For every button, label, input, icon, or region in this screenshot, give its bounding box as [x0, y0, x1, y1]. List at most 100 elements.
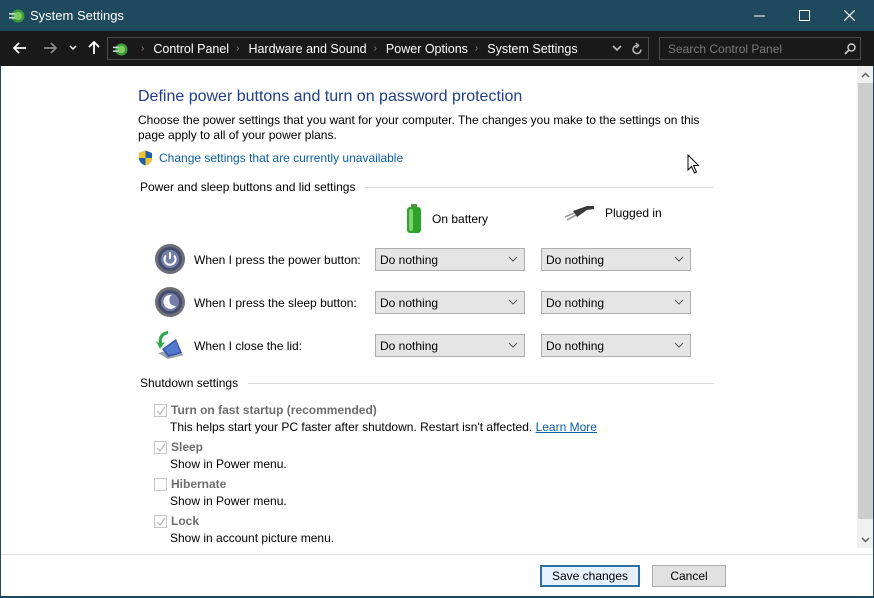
chevron-down-icon [508, 256, 518, 262]
breadcrumb-system-settings[interactable]: System Settings [487, 42, 577, 56]
learn-more-link[interactable]: Learn More [536, 420, 597, 434]
power-section-title: Power and sleep buttons and lid settings [140, 180, 356, 194]
column-on-battery: On battery [406, 204, 488, 234]
hibernate-label: Hibernate [171, 477, 227, 491]
breadcrumb-hardware-and-sound[interactable]: Hardware and Sound [248, 42, 366, 56]
breadcrumb-separator: › [236, 43, 240, 54]
chevron-down-icon [508, 299, 518, 305]
select-value: Do nothing [380, 338, 439, 353]
power-section-header: Power and sleep buttons and lid settings [140, 180, 714, 194]
address-bar-actions [607, 37, 649, 60]
minimize-button[interactable] [736, 0, 782, 31]
power-button-on-battery-select[interactable]: Do nothing [375, 248, 525, 271]
chevron-down-icon [69, 45, 77, 51]
select-value: Do nothing [546, 338, 605, 353]
scroll-thumb[interactable] [858, 83, 873, 519]
uac-shield-icon [139, 150, 152, 166]
section-divider [365, 186, 714, 188]
page-description: Choose the power settings that you want … [138, 113, 700, 142]
fast-startup-label: Turn on fast startup (recommended) [171, 403, 377, 417]
scroll-up-button[interactable] [857, 66, 873, 83]
back-button[interactable] [10, 38, 30, 58]
title-bar: System Settings [0, 0, 874, 31]
sleep-button-label: When I press the sleep button: [194, 296, 357, 310]
power-button-plugged-in-select[interactable]: Do nothing [541, 248, 691, 271]
laptop-lid-icon [156, 331, 184, 359]
close-lid-plugged-in-select[interactable]: Do nothing [541, 334, 691, 357]
select-value: Do nothing [546, 295, 605, 310]
close-button[interactable] [826, 0, 872, 31]
chevron-down-icon [674, 342, 684, 348]
section-divider [248, 382, 714, 384]
arrow-left-icon [13, 42, 26, 54]
lock-checkbox-row[interactable]: Lock [154, 514, 199, 528]
cancel-button[interactable]: Cancel [652, 565, 726, 587]
close-lid-label: When I close the lid: [194, 339, 303, 353]
lock-label: Lock [171, 514, 200, 528]
address-bar: › Control Panel › Hardware and Sound › P… [0, 31, 874, 66]
system-settings-window: System Settings › Control Panel › Hardwa… [0, 0, 874, 598]
maximize-button[interactable] [781, 0, 827, 31]
breadcrumb[interactable]: › Control Panel › Hardware and Sound › P… [107, 37, 607, 60]
checkmark-icon [156, 406, 165, 415]
power-plug-icon [564, 206, 594, 221]
control-panel-icon [112, 42, 128, 56]
column-on-battery-label: On battery [432, 212, 489, 226]
forward-button[interactable] [40, 38, 60, 58]
checkmark-icon [156, 443, 165, 452]
close-icon [843, 10, 855, 21]
search-input[interactable] [668, 41, 840, 56]
close-lid-on-battery-select[interactable]: Do nothing [375, 334, 525, 357]
save-changes-button[interactable]: Save changes [540, 565, 640, 587]
select-value: Do nothing [380, 252, 439, 267]
arrow-up-icon [88, 41, 100, 54]
sleep-label: Sleep [171, 440, 204, 454]
fast-startup-description: This helps start your PC faster after sh… [170, 420, 597, 434]
chevron-down-icon [674, 299, 684, 305]
hibernate-description: Show in Power menu. [170, 494, 287, 508]
lock-description: Show in account picture menu. [170, 531, 335, 545]
scroll-down-button[interactable] [857, 531, 873, 548]
fast-startup-description-text: This helps start your PC faster after sh… [170, 420, 533, 434]
battery-icon [407, 204, 421, 233]
breadcrumb-power-options[interactable]: Power Options [386, 42, 468, 56]
checkmark-icon [156, 517, 165, 526]
sleep-button-icon [155, 287, 185, 317]
chevron-down-icon [674, 256, 684, 262]
column-plugged-in-label: Plugged in [605, 206, 662, 220]
lock-checkbox[interactable] [154, 514, 167, 528]
select-value: Do nothing [546, 252, 605, 267]
footer-bar: Save changes Cancel [1, 554, 873, 596]
breadcrumb-separator: › [141, 43, 145, 54]
breadcrumb-separator: › [373, 43, 377, 54]
sleep-checkbox[interactable] [154, 440, 167, 454]
power-button-icon [155, 244, 185, 274]
vertical-scrollbar[interactable] [857, 66, 873, 548]
minimize-icon [753, 15, 765, 17]
select-value: Do nothing [380, 295, 439, 310]
hibernate-checkbox-row[interactable]: Hibernate [154, 477, 226, 491]
breadcrumb-control-panel[interactable]: Control Panel [153, 42, 229, 56]
shutdown-section-title: Shutdown settings [140, 376, 239, 390]
fast-startup-checkbox-row[interactable]: Turn on fast startup (recommended) [154, 403, 377, 417]
up-button[interactable] [86, 38, 102, 58]
window-title: System Settings [30, 8, 124, 23]
change-settings-link-text[interactable]: Change settings that are currently unava… [159, 151, 403, 165]
fast-startup-checkbox[interactable] [154, 403, 167, 417]
sleep-button-plugged-in-select[interactable]: Do nothing [541, 291, 691, 314]
sleep-description: Show in Power menu. [170, 457, 287, 471]
maximize-icon [798, 10, 810, 21]
chevron-down-icon [508, 342, 518, 348]
refresh-icon[interactable] [631, 42, 643, 55]
search-icon[interactable] [840, 39, 860, 59]
page-title: Define power buttons and turn on passwor… [138, 88, 523, 105]
hibernate-checkbox[interactable] [154, 477, 167, 491]
address-dropdown-icon[interactable] [612, 45, 622, 52]
power-button-label: When I press the power button: [194, 253, 361, 267]
sleep-button-on-battery-select[interactable]: Do nothing [375, 291, 525, 314]
recent-locations-button[interactable] [66, 38, 80, 58]
mouse-cursor-icon [687, 154, 700, 174]
change-settings-link[interactable]: Change settings that are currently unava… [138, 150, 403, 166]
sleep-checkbox-row[interactable]: Sleep [154, 440, 203, 454]
chevron-up-icon [860, 71, 870, 78]
